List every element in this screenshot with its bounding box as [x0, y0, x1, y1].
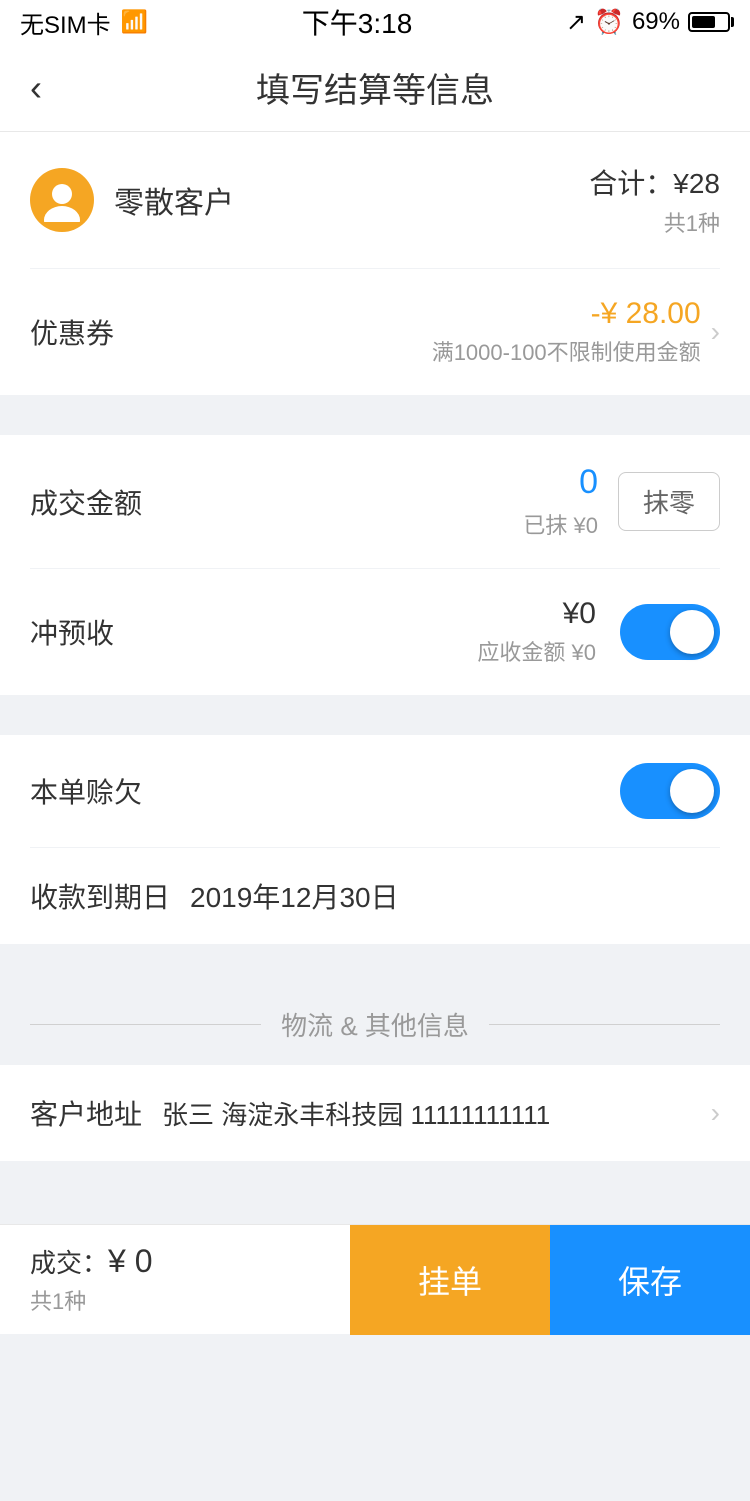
- bottom-count: 共1种: [30, 1284, 320, 1316]
- prepay-sub: 应收金额 ¥0: [477, 635, 596, 667]
- page-title: 填写结算等信息: [256, 63, 494, 112]
- deal-amount-label: 成交金额: [30, 482, 142, 522]
- due-date-label: 收款到期日: [30, 876, 170, 916]
- avatar: [30, 168, 94, 232]
- customer-name: 零散客户: [114, 178, 234, 222]
- section-separator-1: [0, 415, 750, 435]
- logistics-line-left: [30, 1024, 261, 1025]
- customer-row: 零散客户 合计：¥28 共1种: [0, 132, 750, 268]
- deal-amount-sub: 已抹 ¥0: [523, 508, 598, 540]
- address-chevron-icon: ›: [711, 1097, 720, 1129]
- debt-toggle[interactable]: [620, 763, 720, 819]
- deal-amount-row: 成交金额 0 已抹 ¥0 抹零: [0, 435, 750, 568]
- debt-row: 本单赊欠: [0, 735, 750, 847]
- coupon-row[interactable]: 优惠券 -¥ 28.00 满1000-100不限制使用金额 ›: [0, 269, 750, 395]
- prepay-row: 冲预收 ¥0 应收金额 ¥0: [0, 569, 750, 695]
- due-date-row: 收款到期日 2019年12月30日: [0, 848, 750, 944]
- coupon-amount: -¥ 28.00: [432, 297, 701, 331]
- customer-section: 零散客户 合计：¥28 共1种 优惠券 -¥ 28.00 满1000-100不限…: [0, 132, 750, 395]
- status-left: 无SIM卡 📶: [20, 5, 148, 40]
- address-value: 张三 海淀永丰科技园 11111111111: [162, 1095, 711, 1132]
- wifi-icon: 📶: [121, 9, 148, 35]
- toggle-knob: [670, 610, 714, 654]
- total-count: 共1种: [589, 206, 720, 238]
- address-row[interactable]: 客户地址 张三 海淀永丰科技园 11111111111 ›: [0, 1065, 750, 1161]
- due-date-value: 2019年12月30日: [190, 876, 399, 916]
- prepay-right: ¥0 应收金额 ¥0: [477, 597, 720, 667]
- debt-label: 本单赊欠: [30, 771, 142, 811]
- customer-left: 零散客户: [30, 168, 234, 232]
- battery-text: 69%: [632, 8, 680, 36]
- prepay-amount: ¥0: [477, 597, 596, 631]
- nav-bar: ‹ 填写结算等信息: [0, 44, 750, 132]
- status-bar: 无SIM卡 📶 下午3:18 ↗ ⏰ 69%: [0, 0, 750, 44]
- back-button[interactable]: ‹: [30, 67, 42, 109]
- total-amount: 合计：¥28: [589, 162, 720, 202]
- deal-amount-value: 0: [579, 463, 598, 502]
- debt-section: 本单赊欠 收款到期日 2019年12月30日: [0, 735, 750, 944]
- round-zero-button[interactable]: 抹零: [618, 472, 720, 531]
- hang-button[interactable]: 挂单: [350, 1225, 550, 1335]
- debt-toggle-knob: [670, 769, 714, 813]
- alarm-icon: ⏰: [594, 8, 624, 37]
- status-time: 下午3:18: [302, 2, 413, 42]
- section-separator-3: [0, 964, 750, 984]
- section-separator-2: [0, 715, 750, 735]
- chevron-right-icon: ›: [711, 316, 720, 348]
- coupon-label: 优惠券: [30, 312, 114, 352]
- bottom-bar: 成交：¥ 0 共1种 挂单 保存: [0, 1224, 750, 1334]
- address-section: 客户地址 张三 海淀永丰科技园 11111111111 ›: [0, 1065, 750, 1161]
- bottom-deal: 成交：¥ 0: [30, 1243, 320, 1280]
- status-right: ↗ ⏰ 69%: [566, 8, 730, 37]
- save-button[interactable]: 保存: [550, 1225, 750, 1335]
- coupon-info: -¥ 28.00 满1000-100不限制使用金额: [432, 297, 701, 367]
- coupon-desc: 满1000-100不限制使用金额: [432, 335, 701, 367]
- logistics-divider: 物流 & 其他信息: [30, 1006, 720, 1043]
- address-label: 客户地址: [30, 1093, 142, 1133]
- user-icon: [40, 178, 84, 222]
- deal-amount-right: 0 已抹 ¥0: [523, 463, 598, 540]
- bottom-deal-amount: ¥ 0: [108, 1243, 152, 1279]
- location-icon: ↗: [566, 8, 586, 37]
- coupon-right: -¥ 28.00 满1000-100不限制使用金额 ›: [432, 297, 720, 367]
- logistics-section: 物流 & 其他信息: [0, 984, 750, 1065]
- deal-amount-section: 成交金额 0 已抹 ¥0 抹零 冲预收 ¥0 应收金额 ¥0: [0, 435, 750, 695]
- logistics-text: 物流 & 其他信息: [281, 1006, 469, 1043]
- carrier-text: 无SIM卡: [20, 5, 111, 40]
- customer-total: 合计：¥28 共1种: [589, 162, 720, 238]
- battery-icon: [688, 12, 730, 32]
- logistics-line-right: [489, 1024, 720, 1025]
- prepay-amount-group: ¥0 应收金额 ¥0: [477, 597, 596, 667]
- prepay-toggle[interactable]: [620, 604, 720, 660]
- prepay-label: 冲预收: [30, 612, 114, 652]
- bottom-summary: 成交：¥ 0 共1种: [0, 1243, 350, 1316]
- bottom-deal-label: 成交：: [30, 1248, 108, 1278]
